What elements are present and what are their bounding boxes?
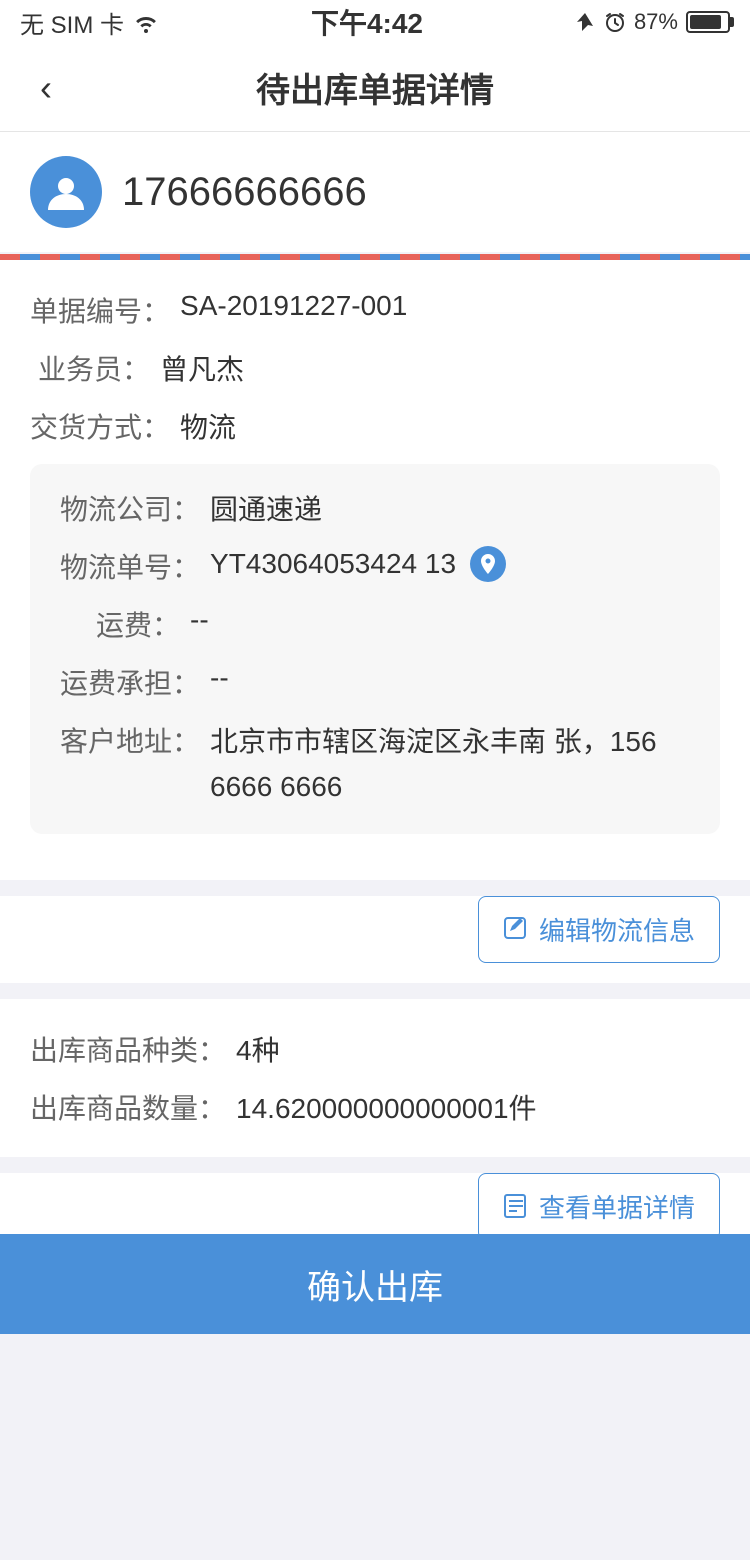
user-icon [44, 170, 88, 214]
order-info-section: 单据编号： SA-20191227-001 业务员： 曾凡杰 交货方式： 物流 … [0, 260, 750, 880]
goods-quantity-value: 14.620000000000001件 [236, 1087, 720, 1127]
salesman-value: 曾凡杰 [160, 348, 720, 388]
edit-logistics-button[interactable]: 编辑物流信息 [478, 896, 720, 963]
detail-icon [503, 1193, 529, 1219]
logistics-tracking-label: 物流单号： [60, 546, 210, 586]
salesman-row: 业务员： 曾凡杰 [30, 348, 720, 388]
alarm-icon [604, 11, 626, 33]
battery-icon [686, 11, 730, 33]
customer-phone: 17666666666 [122, 170, 367, 215]
logistics-freightbear-row: 运费承担： -- [60, 662, 690, 702]
avatar [30, 156, 102, 228]
logistics-company-value: 圆通速递 [210, 488, 690, 528]
confirm-outbound-button[interactable]: 确认出库 [0, 1234, 750, 1334]
status-carrier: 无 SIM 卡 [20, 5, 160, 40]
logistics-freight-value: -- [190, 604, 690, 636]
tracking-location-icon[interactable] [470, 546, 506, 582]
goods-section: 出库商品种类： 4种 出库商品数量： 14.620000000000001件 [0, 999, 750, 1157]
carrier-text: 无 SIM 卡 [20, 5, 124, 40]
logistics-card: 物流公司： 圆通速递 物流单号： YT43064053424 13 运费： -- [30, 464, 720, 834]
nav-bar: ‹ 待出库单据详情 [0, 44, 750, 132]
page-title: 待出库单据详情 [256, 63, 494, 112]
logistics-address-value: 北京市市辖区海淀区永丰南 张，156 6666 6666 [210, 720, 690, 810]
logistics-company-row: 物流公司： 圆通速递 [60, 488, 690, 528]
goods-quantity-label: 出库商品数量： [30, 1087, 236, 1127]
edit-icon [503, 916, 529, 942]
goods-types-label: 出库商品种类： [30, 1029, 236, 1069]
logistics-freightbear-value: -- [210, 662, 690, 694]
logistics-tracking-value: YT43064053424 13 [210, 546, 690, 582]
status-bar: 无 SIM 卡 下午4:42 87% [0, 0, 750, 44]
battery-percent: 87% [634, 9, 678, 35]
logistics-company-label: 物流公司： [60, 488, 210, 528]
location-nav-icon [574, 11, 596, 33]
logistics-freight-row: 运费： -- [60, 604, 690, 644]
edit-btn-row: 编辑物流信息 [0, 896, 750, 983]
logistics-freightbear-label: 运费承担： [60, 662, 210, 702]
view-detail-button[interactable]: 查看单据详情 [478, 1173, 720, 1240]
logistics-address-label: 客户地址： [60, 720, 210, 760]
goods-types-value: 4种 [236, 1029, 720, 1069]
back-button[interactable]: ‹ [30, 57, 62, 119]
salesman-label: 业务员： [30, 348, 160, 388]
customer-header: 17666666666 [0, 132, 750, 252]
order-no-label: 单据编号： [30, 290, 180, 330]
wifi-icon [132, 11, 160, 33]
goods-types-row: 出库商品种类： 4种 [30, 1029, 720, 1069]
goods-quantity-row: 出库商品数量： 14.620000000000001件 [30, 1087, 720, 1127]
delivery-row: 交货方式： 物流 [30, 406, 720, 446]
logistics-tracking-row: 物流单号： YT43064053424 13 [60, 546, 690, 586]
section-divider [0, 983, 750, 999]
status-time: 下午4:42 [311, 2, 423, 42]
status-right: 87% [574, 9, 730, 35]
logistics-freight-label: 运费： [60, 604, 190, 644]
order-no-row: 单据编号： SA-20191227-001 [30, 290, 720, 330]
logistics-address-row: 客户地址： 北京市市辖区海淀区永丰南 张，156 6666 6666 [60, 720, 690, 810]
delivery-value: 物流 [180, 406, 720, 446]
delivery-label: 交货方式： [30, 406, 180, 446]
order-no-value: SA-20191227-001 [180, 290, 720, 322]
